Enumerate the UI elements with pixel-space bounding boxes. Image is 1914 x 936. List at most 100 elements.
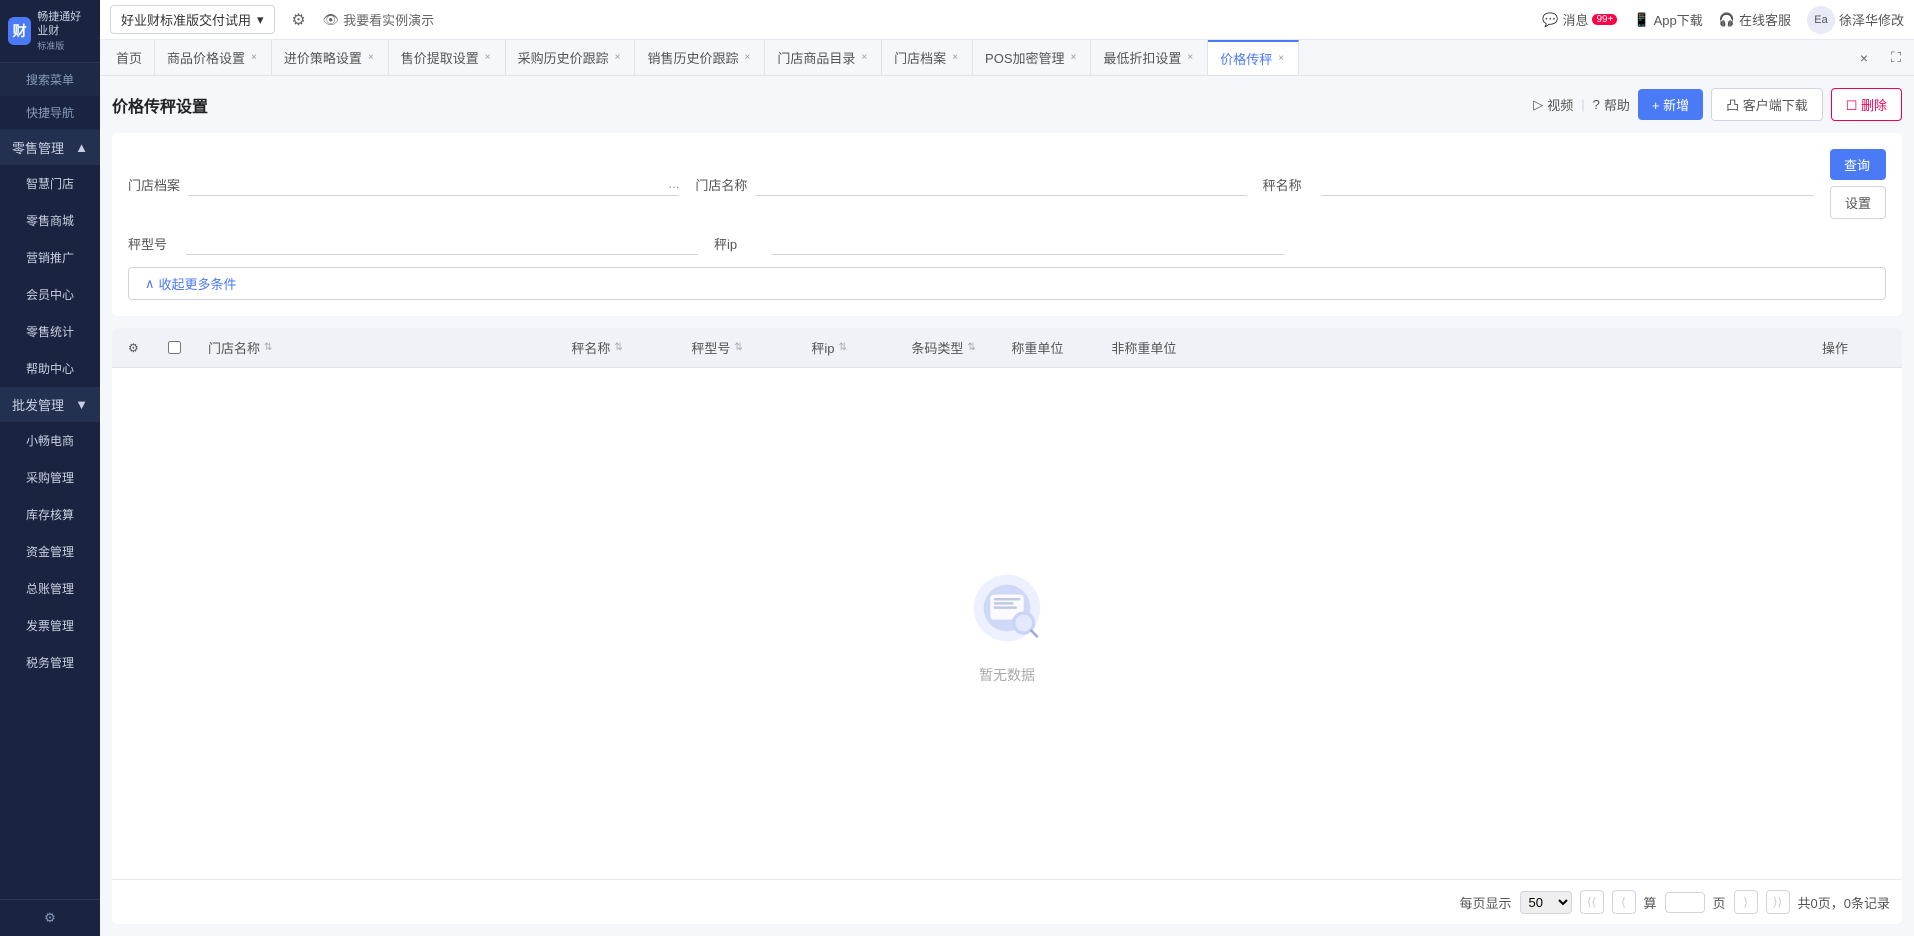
download-button[interactable]: 凸 客户端下载 bbox=[1711, 88, 1823, 121]
sort-scale-ip-icon: ⇅ bbox=[838, 342, 846, 353]
menu-ecommerce[interactable]: 小畅电商 bbox=[0, 422, 100, 459]
per-page-select[interactable]: 50 10 20 100 bbox=[1520, 891, 1572, 914]
prev-page-btn[interactable]: ⟨ bbox=[1612, 890, 1636, 914]
menu-marketing[interactable]: 营销推广 bbox=[0, 239, 100, 276]
filter-panel: 门店档案 ... 门店名称 秤名称 查询 设置 bbox=[112, 133, 1902, 316]
topbar-settings-btn[interactable]: ⚙ bbox=[285, 6, 313, 34]
tab-sale-extract-label: 售价提取设置 bbox=[401, 48, 479, 67]
menu-purchase[interactable]: 采购管理 bbox=[0, 459, 100, 496]
menu-smart-store[interactable]: 智慧门店 bbox=[0, 165, 100, 202]
menu-retail-mall[interactable]: 零售商城 bbox=[0, 202, 100, 239]
section-retail-icon: ▲ bbox=[75, 140, 88, 155]
select-all-checkbox[interactable] bbox=[168, 341, 181, 354]
tab-price-scale-close[interactable]: × bbox=[1276, 53, 1286, 64]
tab-purchase-strategy[interactable]: 进价策略设置 × bbox=[272, 40, 389, 76]
online-service-btn[interactable]: 🎧 在线客服 bbox=[1719, 10, 1791, 29]
sort-store-icon: ⇅ bbox=[264, 342, 272, 353]
sidebar: 财 畅捷通好业财 标准版 搜索菜单 快捷导航 零售管理 ▲ 智慧门店 零售商城 … bbox=[0, 0, 100, 936]
tab-discount-close[interactable]: × bbox=[1185, 52, 1195, 63]
tab-price-settings[interactable]: 商品价格设置 × bbox=[155, 40, 272, 76]
menu-tax[interactable]: 税务管理 bbox=[0, 644, 100, 681]
search-menu[interactable]: 搜索菜单 bbox=[0, 63, 100, 96]
th-scale-type[interactable]: 秤型号 ⇅ bbox=[683, 338, 803, 357]
menu-ledger[interactable]: 总账管理 bbox=[0, 570, 100, 607]
tab-pos[interactable]: POS加密管理 × bbox=[973, 40, 1091, 76]
menu-invoice[interactable]: 发票管理 bbox=[0, 607, 100, 644]
tab-purchase-history-close[interactable]: × bbox=[613, 52, 623, 63]
store-name-input[interactable] bbox=[755, 172, 1246, 196]
settings-filter-button[interactable]: 设置 bbox=[1830, 186, 1886, 219]
menu-member[interactable]: 会员中心 bbox=[0, 276, 100, 313]
section-wholesale[interactable]: 批发管理 ▼ bbox=[0, 387, 100, 422]
tab-store-file[interactable]: 门店档案 × bbox=[882, 40, 973, 76]
user-area[interactable]: Ea 徐泽华修改 bbox=[1807, 6, 1904, 34]
page-input[interactable]: 1 bbox=[1665, 892, 1705, 913]
tab-store-file-label: 门店档案 bbox=[894, 48, 946, 67]
sidebar-settings[interactable]: ⚙ bbox=[0, 899, 100, 936]
tabbar: 首页 商品价格设置 × 进价策略设置 × 售价提取设置 × 采购历史价跟踪 × … bbox=[100, 40, 1914, 76]
th-scale-name[interactable]: 秤名称 ⇅ bbox=[563, 338, 683, 357]
menu-help[interactable]: 帮助中心 bbox=[0, 350, 100, 387]
tab-price-settings-close[interactable]: × bbox=[249, 52, 259, 63]
scale-name-input[interactable] bbox=[1321, 172, 1814, 196]
section-wholesale-label: 批发管理 bbox=[12, 395, 64, 414]
last-page-btn[interactable]: ⟩⟩ bbox=[1766, 890, 1790, 914]
tab-store-catalog-close[interactable]: × bbox=[859, 52, 869, 63]
video-link[interactable]: ▷ 视频 bbox=[1533, 95, 1573, 114]
tab-discount[interactable]: 最低折扣设置 × bbox=[1091, 40, 1208, 76]
version-selector[interactable]: 好业财标准版交付试用 ▾ bbox=[110, 5, 275, 34]
tab-sale-history-close[interactable]: × bbox=[742, 52, 752, 63]
tab-pos-label: POS加密管理 bbox=[985, 48, 1064, 67]
store-file-more-btn[interactable]: ... bbox=[668, 176, 679, 191]
filter-store-file: 门店档案 ... bbox=[128, 172, 679, 196]
menu-finance[interactable]: 资金管理 bbox=[0, 533, 100, 570]
tab-sale-extract[interactable]: 售价提取设置 × bbox=[389, 40, 506, 76]
menu-retail-stats[interactable]: 零售统计 bbox=[0, 313, 100, 350]
th-scale-ip[interactable]: 秤ip ⇅ bbox=[803, 338, 903, 357]
quick-nav[interactable]: 快捷导航 bbox=[0, 96, 100, 130]
scale-ip-input[interactable] bbox=[772, 231, 1284, 255]
section-retail-label: 零售管理 bbox=[12, 138, 64, 157]
tab-store-catalog[interactable]: 门店商品目录 × bbox=[765, 40, 882, 76]
th-non-weight-unit-label: 非称重单位 bbox=[1111, 338, 1176, 357]
add-button[interactable]: + 新增 bbox=[1638, 89, 1703, 120]
th-checkbox[interactable] bbox=[160, 341, 200, 354]
tab-store-file-close[interactable]: × bbox=[950, 52, 960, 63]
app-download-btn[interactable]: 📱 App下载 bbox=[1633, 10, 1702, 29]
demo-link[interactable]: 👁 我要看实例演示 bbox=[323, 10, 435, 29]
section-retail[interactable]: 零售管理 ▲ bbox=[0, 130, 100, 165]
chevron-down-icon: ▾ bbox=[257, 12, 264, 28]
store-file-input[interactable] bbox=[188, 172, 668, 195]
tab-sale-extract-close[interactable]: × bbox=[483, 52, 493, 63]
delete-button[interactable]: ☐ 删除 bbox=[1831, 88, 1902, 121]
tab-pos-close[interactable]: × bbox=[1069, 52, 1079, 63]
expand-tabs-btn[interactable]: ⛶ bbox=[1882, 44, 1910, 72]
menu-inventory[interactable]: 库存核算 bbox=[0, 496, 100, 533]
th-barcode-type[interactable]: 条码类型 ⇅ bbox=[903, 338, 1003, 357]
tab-price-scale-label: 价格传秤 bbox=[1220, 49, 1272, 68]
page-actions: ▷ 视频 | ? 帮助 + 新增 凸 客户端下载 ☐ 删除 bbox=[1533, 88, 1902, 121]
tab-purchase-history[interactable]: 采购历史价跟踪 × bbox=[506, 40, 636, 76]
tab-sale-history[interactable]: 销售历史价跟踪 × bbox=[635, 40, 765, 76]
tab-home[interactable]: 首页 bbox=[104, 40, 155, 76]
page-title: 价格传秤设置 bbox=[112, 93, 208, 117]
th-settings[interactable]: ⚙ bbox=[120, 341, 160, 355]
eye-icon: 👁 bbox=[323, 12, 340, 28]
scale-type-input[interactable] bbox=[186, 231, 698, 255]
help-link[interactable]: ? 帮助 bbox=[1593, 95, 1630, 114]
collapse-btn[interactable]: ∧ 收起更多条件 bbox=[128, 267, 1886, 300]
table-container: ⚙ 门店名称 ⇅ 秤名称 ⇅ 秤型号 ⇅ 秤ip ⇅ bbox=[112, 328, 1902, 924]
th-store-name[interactable]: 门店名称 ⇅ bbox=[200, 338, 563, 357]
demo-text: 我要看实例演示 bbox=[343, 10, 434, 29]
tab-price-scale[interactable]: 价格传秤 × bbox=[1208, 40, 1299, 76]
query-button[interactable]: 查询 bbox=[1830, 149, 1886, 180]
filter-scale-type: 秤型号 bbox=[128, 231, 698, 255]
tab-store-catalog-label: 门店商品目录 bbox=[777, 48, 855, 67]
collapse-btn-row: ∧ 收起更多条件 bbox=[128, 267, 1886, 300]
message-btn[interactable]: 💬 消息 99+ bbox=[1542, 10, 1617, 29]
first-page-btn[interactable]: ⟨⟨ bbox=[1580, 890, 1604, 914]
logo-sub: 标准版 bbox=[37, 39, 92, 52]
close-all-tabs-btn[interactable]: × bbox=[1850, 44, 1878, 72]
tab-purchase-strategy-close[interactable]: × bbox=[366, 52, 376, 63]
next-page-btn[interactable]: ⟩ bbox=[1734, 890, 1758, 914]
